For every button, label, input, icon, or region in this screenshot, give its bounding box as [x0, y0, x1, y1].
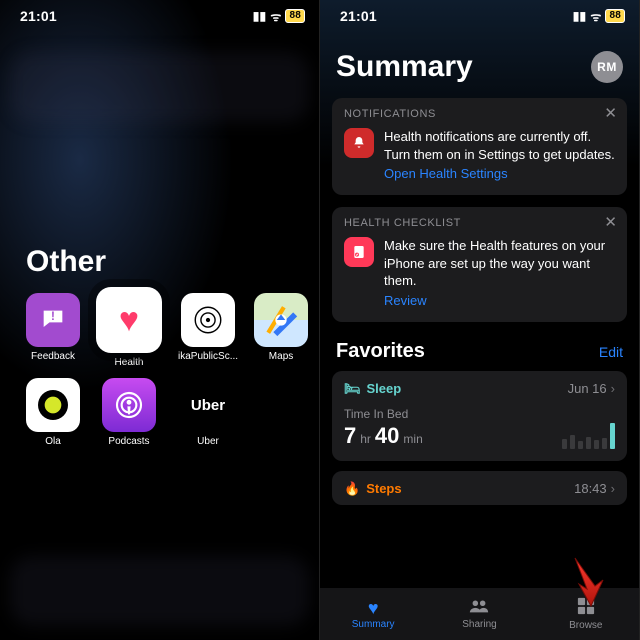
edit-favorites-link[interactable]: Edit [599, 344, 623, 360]
status-indicators: ▮▮ ᯤ 88 [253, 8, 305, 25]
heart-icon: ♥ [368, 599, 379, 617]
background-blur [10, 52, 309, 122]
sleep-value: 7 hr 40 min [344, 423, 423, 449]
card-caption: NOTIFICATIONS [344, 108, 615, 120]
status-bar: 21:01 ▮▮ ᯤ 88 [0, 0, 319, 28]
card-caption: HEALTH CHECKLIST [344, 217, 615, 229]
wifi-icon: ᯤ [270, 8, 281, 25]
tile-name: Sleep [367, 381, 402, 396]
dock-blur [10, 556, 309, 626]
battery-indicator: 88 [285, 9, 305, 23]
people-icon [468, 598, 490, 617]
mins-unit: min [403, 432, 422, 446]
ola-app-icon [26, 378, 80, 432]
tab-label: Summary [352, 619, 395, 630]
chevron-right-icon: › [611, 481, 615, 496]
tab-summary[interactable]: ♥ Summary [320, 588, 426, 640]
app-grid: ! Feedback ♥ Health ikaPublicSc... [26, 293, 295, 447]
app-label: Ola [26, 436, 80, 447]
chevron-right-icon: › [611, 381, 615, 396]
tab-label: Sharing [462, 619, 496, 630]
tile-subtitle: Time In Bed [344, 407, 423, 421]
bed-icon: 🛏 [344, 381, 361, 397]
close-icon[interactable]: ✕ [604, 215, 617, 230]
phone-folder-screen: 21:01 ▮▮ ᯤ 88 Other ! Feedback ♥ Health [0, 0, 320, 640]
app-podcasts[interactable]: Podcasts [96, 378, 162, 447]
checklist-icon [344, 237, 374, 267]
page-title: Summary [336, 50, 473, 84]
battery-indicator: 88 [605, 9, 625, 23]
heart-icon: ♥ [119, 301, 139, 340]
tab-browse[interactable]: Browse [533, 588, 639, 640]
app-ola[interactable]: Ola [26, 378, 80, 447]
bell-icon [344, 128, 374, 158]
hours-unit: hr [360, 432, 371, 446]
health-app-icon: ♥ [96, 287, 162, 353]
tab-label: Browse [569, 620, 602, 631]
tile-date: Jun 16 [568, 381, 607, 396]
app-uber[interactable]: Uber Uber [178, 378, 238, 447]
flame-icon: 🔥 [344, 481, 360, 497]
feedback-app-icon: ! [26, 293, 80, 347]
grid-icon [577, 597, 595, 618]
favorites-header: Favorites Edit [336, 340, 623, 363]
status-indicators: ▮▮ ᯤ 88 [573, 8, 625, 25]
app-label: ikaPublicSc... [178, 351, 238, 362]
school-app-icon [181, 293, 235, 347]
summary-header: Summary RM [336, 50, 623, 84]
open-health-settings-link[interactable]: Open Health Settings [384, 166, 508, 181]
signal-icon: ▮▮ [573, 9, 587, 23]
favorites-title: Favorites [336, 340, 425, 363]
app-label: Feedback [26, 351, 80, 362]
app-health[interactable]: ♥ Health [96, 293, 162, 368]
tab-sharing[interactable]: Sharing [426, 588, 532, 640]
app-maps[interactable]: Maps [254, 293, 308, 368]
status-time: 21:01 [20, 8, 57, 24]
checklist-card: HEALTH CHECKLIST ✕ Make sure the Health … [332, 207, 627, 322]
folder-title: Other [26, 245, 295, 279]
svg-text:!: ! [51, 310, 55, 323]
maps-app-icon [254, 293, 308, 347]
podcasts-app-icon [102, 378, 156, 432]
app-label: Health [96, 357, 162, 368]
tile-name: Steps [366, 481, 401, 496]
status-bar: 21:01 ▮▮ ᯤ 88 [320, 0, 639, 28]
profile-avatar[interactable]: RM [591, 51, 623, 83]
review-link[interactable]: Review [384, 293, 427, 308]
phone-health-screen: 21:01 ▮▮ ᯤ 88 Summary RM NOTIFICATIONS ✕… [320, 0, 640, 640]
card-text: Health notifications are currently off. … [384, 128, 615, 163]
steps-tile[interactable]: 🔥 Steps 18:43 › [332, 471, 627, 505]
summary-scroll[interactable]: NOTIFICATIONS ✕ Health notifications are… [332, 98, 627, 588]
close-icon[interactable]: ✕ [604, 106, 617, 121]
uber-app-icon: Uber [181, 378, 235, 432]
app-label: Maps [254, 351, 308, 362]
card-text: Make sure the Health features on your iP… [384, 237, 615, 290]
app-school[interactable]: ikaPublicSc... [178, 293, 238, 368]
sleep-tile[interactable]: 🛏 Sleep Jun 16 › Time In Bed 7 hr 40 min [332, 371, 627, 461]
sleep-sparkline [562, 419, 615, 449]
app-label: Podcasts [96, 436, 162, 447]
signal-icon: ▮▮ [253, 9, 267, 23]
status-time: 21:01 [340, 8, 377, 24]
app-label: Uber [178, 436, 238, 447]
notifications-card: NOTIFICATIONS ✕ Health notifications are… [332, 98, 627, 195]
app-folder: Other ! Feedback ♥ Health ikaPublicSc... [26, 245, 295, 447]
tab-bar: ♥ Summary Sharing Browse [320, 588, 639, 640]
tile-time: 18:43 [574, 481, 607, 496]
app-feedback[interactable]: ! Feedback [26, 293, 80, 368]
wifi-icon: ᯤ [590, 8, 601, 25]
hours-value: 7 [344, 423, 356, 449]
mins-value: 40 [375, 423, 399, 449]
